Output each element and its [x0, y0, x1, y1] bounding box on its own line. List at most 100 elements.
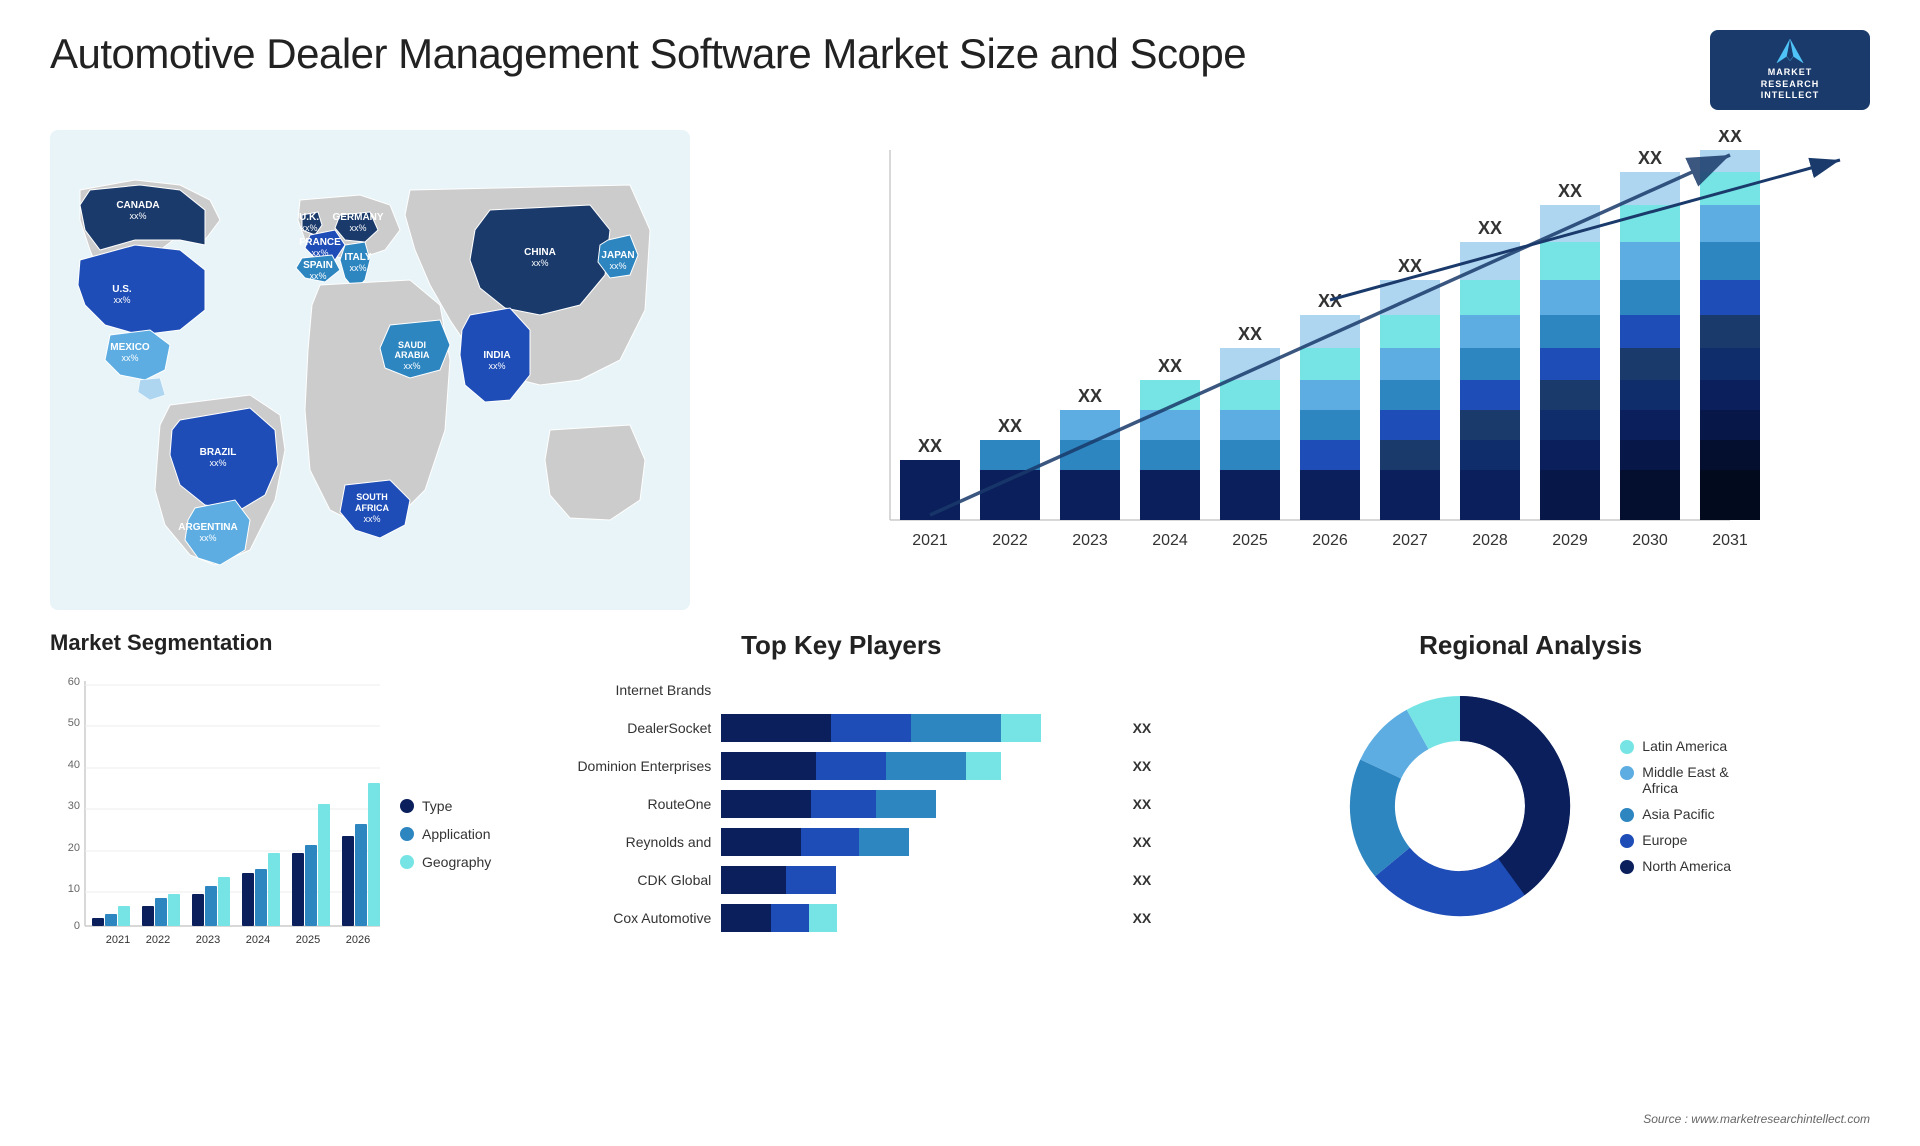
legend-asia-pacific: Asia Pacific	[1620, 806, 1731, 822]
svg-text:xx%: xx%	[349, 223, 366, 233]
svg-text:2025: 2025	[296, 934, 320, 946]
svg-text:xx%: xx%	[349, 263, 366, 273]
svg-text:U.K.: U.K.	[299, 212, 319, 223]
svg-text:GERMANY: GERMANY	[332, 212, 383, 223]
svg-text:XX: XX	[1558, 181, 1582, 201]
table-row: Cox Automotive XX	[531, 904, 1151, 932]
svg-text:INDIA: INDIA	[483, 350, 510, 361]
svg-text:xx%: xx%	[531, 258, 548, 268]
legend-type: Type	[400, 798, 491, 814]
legend-geography: Geography	[400, 854, 491, 870]
svg-text:U.S.: U.S.	[112, 284, 132, 295]
legend-application: Application	[400, 826, 491, 842]
legend-europe: Europe	[1620, 832, 1731, 848]
svg-text:2022: 2022	[146, 934, 170, 946]
svg-text:2029: 2029	[1552, 532, 1588, 549]
svg-text:2026: 2026	[1312, 532, 1348, 549]
legend-north-america: North America	[1620, 858, 1731, 874]
growth-chart: XX 2021 XX 2022 XX 2023	[710, 130, 1870, 610]
svg-text:SOUTH: SOUTH	[356, 492, 388, 502]
legend-latin-america: Latin America	[1620, 738, 1731, 754]
svg-text:2027: 2027	[1392, 532, 1428, 549]
world-map: CANADA xx% U.S. xx% MEXICO xx% BRAZIL xx…	[50, 130, 670, 610]
svg-text:xx%: xx%	[199, 533, 216, 543]
svg-text:2021: 2021	[912, 532, 948, 549]
table-row: RouteOne XX	[531, 790, 1151, 818]
svg-text:60: 60	[68, 676, 80, 688]
svg-text:xx%: xx%	[300, 223, 317, 233]
svg-text:XX: XX	[1478, 218, 1502, 238]
svg-text:40: 40	[68, 759, 80, 771]
player-name: DealerSocket	[531, 720, 711, 736]
svg-text:2031: 2031	[1712, 532, 1748, 549]
svg-text:XX: XX	[918, 436, 942, 456]
svg-text:ARGENTINA: ARGENTINA	[178, 522, 237, 533]
svg-text:50: 50	[68, 717, 80, 729]
svg-text:JAPAN: JAPAN	[601, 250, 634, 261]
svg-text:XX: XX	[998, 416, 1022, 436]
svg-text:2022: 2022	[992, 532, 1028, 549]
source-text: Source : www.marketresearchintellect.com	[1643, 1112, 1870, 1126]
svg-text:ARABIA: ARABIA	[395, 350, 430, 360]
svg-text:2021: 2021	[106, 934, 130, 946]
logo-text: MARKET RESEARCH INTELLECT	[1761, 67, 1820, 102]
svg-text:xx%: xx%	[129, 211, 146, 221]
svg-text:BRAZIL: BRAZIL	[200, 447, 237, 458]
svg-text:xx%: xx%	[488, 361, 505, 371]
svg-text:30: 30	[68, 800, 80, 812]
svg-text:XX: XX	[1078, 386, 1102, 406]
svg-text:xx%: xx%	[311, 248, 328, 258]
svg-text:CANADA: CANADA	[116, 200, 159, 211]
logo: MARKET RESEARCH INTELLECT	[1710, 30, 1870, 110]
svg-text:SAUDI: SAUDI	[398, 340, 426, 350]
svg-text:CHINA: CHINA	[524, 247, 556, 258]
svg-text:2028: 2028	[1472, 532, 1508, 549]
svg-text:xx%: xx%	[309, 271, 326, 281]
legend-middle-east-africa: Middle East &Africa	[1620, 764, 1731, 796]
svg-text:10: 10	[68, 883, 80, 895]
players-title: Top Key Players	[531, 630, 1151, 661]
svg-text:XX: XX	[1718, 130, 1742, 146]
header: Automotive Dealer Management Software Ma…	[50, 30, 1870, 110]
svg-text:xx%: xx%	[403, 361, 420, 371]
svg-text:xx%: xx%	[609, 261, 626, 271]
player-name: CDK Global	[531, 872, 711, 888]
donut-chart	[1330, 676, 1590, 936]
svg-text:2030: 2030	[1632, 532, 1668, 549]
player-name: RouteOne	[531, 796, 711, 812]
svg-text:2023: 2023	[1072, 532, 1108, 549]
segmentation-section: Market Segmentation 60 50 40 30 20 10	[50, 630, 491, 976]
table-row: Dominion Enterprises XX	[531, 752, 1151, 780]
svg-text:xx%: xx%	[209, 458, 226, 468]
svg-text:2026: 2026	[346, 934, 370, 946]
svg-text:SPAIN: SPAIN	[303, 260, 333, 271]
player-name: Internet Brands	[531, 682, 711, 698]
svg-text:XX: XX	[1318, 291, 1342, 311]
svg-text:xx%: xx%	[121, 353, 138, 363]
player-name: Reynolds and	[531, 834, 711, 850]
svg-text:xx%: xx%	[363, 514, 380, 524]
svg-text:MEXICO: MEXICO	[110, 342, 150, 353]
table-row: DealerSocket XX	[531, 714, 1151, 742]
table-row: Reynolds and XX	[531, 828, 1151, 856]
svg-text:20: 20	[68, 842, 80, 854]
segmentation-title: Market Segmentation	[50, 630, 491, 656]
players-section: Top Key Players Internet Brands DealerSo…	[531, 630, 1151, 976]
svg-text:XX: XX	[1398, 256, 1422, 276]
svg-text:ITALY: ITALY	[344, 252, 372, 263]
regional-legend: Latin America Middle East &Africa Asia P…	[1620, 738, 1731, 874]
page-title: Automotive Dealer Management Software Ma…	[50, 30, 1246, 78]
regional-section: Regional Analysis	[1191, 630, 1870, 976]
svg-text:2023: 2023	[196, 934, 220, 946]
svg-text:XX: XX	[1158, 356, 1182, 376]
player-name: Dominion Enterprises	[531, 758, 711, 774]
svg-text:2024: 2024	[1152, 532, 1188, 549]
svg-text:2024: 2024	[246, 934, 270, 946]
svg-text:XX: XX	[1638, 148, 1662, 168]
svg-text:AFRICA: AFRICA	[355, 503, 389, 513]
svg-text:XX: XX	[1238, 324, 1262, 344]
svg-text:2025: 2025	[1232, 532, 1268, 549]
svg-text:0: 0	[74, 920, 80, 932]
table-row: CDK Global XX	[531, 866, 1151, 894]
regional-title: Regional Analysis	[1191, 630, 1870, 661]
